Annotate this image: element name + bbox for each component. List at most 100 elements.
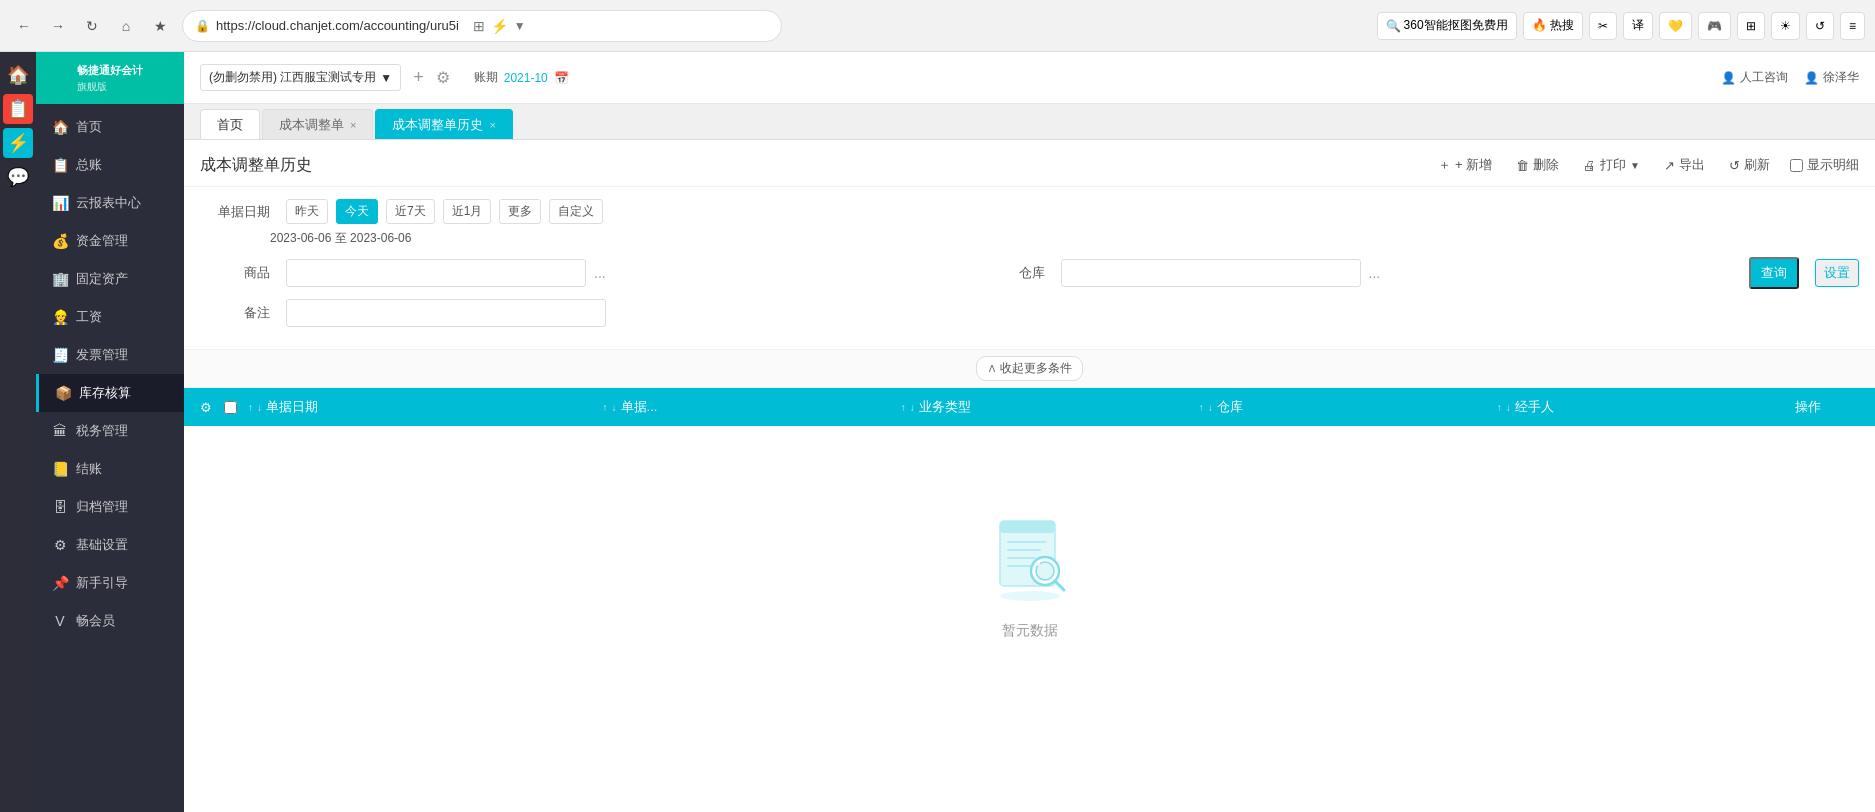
apps-icon: ⊞ xyxy=(473,18,485,34)
add-icon: ＋ xyxy=(1438,156,1451,174)
translate-tool[interactable]: 译 xyxy=(1623,12,1653,40)
sidebar-item-10[interactable]: 🗄 归档管理 xyxy=(36,488,184,526)
empty-state: 暂元数据 xyxy=(184,426,1875,720)
settings-filter-button[interactable]: 设置 xyxy=(1815,259,1859,287)
back-button[interactable]: ← xyxy=(10,12,38,40)
refresh-button[interactable]: ↺ 刷新 xyxy=(1721,152,1778,178)
display-cols-toggle[interactable]: 显示明细 xyxy=(1790,156,1859,174)
star-button[interactable]: ★ xyxy=(146,12,174,40)
sidebar-icon-12: 📌 xyxy=(52,575,68,591)
calendar-icon[interactable]: 📅 xyxy=(554,71,569,85)
sidebar-label-6: 发票管理 xyxy=(76,346,128,364)
search-icon: 🔍 xyxy=(1386,19,1401,33)
search-tool[interactable]: 🔍 360智能抠图免费用 xyxy=(1377,12,1517,40)
user-info[interactable]: 👤 徐泽华 xyxy=(1804,69,1859,86)
address-bar[interactable]: 🔒 https://cloud.chanjet.com/accounting/u… xyxy=(182,10,782,42)
gear-column-header[interactable]: ⚙ xyxy=(192,400,216,415)
sidebar-item-11[interactable]: ⚙ 基础设置 xyxy=(36,526,184,564)
brightness-tool[interactable]: ☀ xyxy=(1771,12,1800,40)
browser-nav: ← → ↻ ⌂ ★ xyxy=(10,12,174,40)
date-option-4[interactable]: 更多 xyxy=(499,199,541,224)
rail-item-4[interactable]: 💬 xyxy=(3,162,33,192)
export-button[interactable]: ↗ 导出 xyxy=(1656,152,1713,178)
icon-rail: 🏠 📋 ⚡ 💬 xyxy=(0,52,36,812)
date-option-3[interactable]: 近1月 xyxy=(443,199,492,224)
undo-tool[interactable]: ↺ xyxy=(1806,12,1834,40)
num-column-header[interactable]: ↑ ↓ 单据... xyxy=(595,398,893,416)
sidebar-item-6[interactable]: 🧾 发票管理 xyxy=(36,336,184,374)
date-option-1[interactable]: 今天 xyxy=(336,199,378,224)
refresh-button[interactable]: ↻ xyxy=(78,12,106,40)
sidebar-icon-13: V xyxy=(52,613,68,629)
sidebar-item-5[interactable]: 👷 工资 xyxy=(36,298,184,336)
game-tool[interactable]: 🎮 xyxy=(1698,12,1731,40)
type-column-header[interactable]: ↑ ↓ 业务类型 xyxy=(893,398,1191,416)
sidebar-item-13[interactable]: V 畅会员 xyxy=(36,602,184,640)
collapse-button[interactable]: ∧ 收起更多条件 xyxy=(976,356,1083,381)
rail-item-2[interactable]: 📋 xyxy=(3,94,33,124)
plus-icon[interactable]: + xyxy=(413,67,424,88)
remark-input[interactable] xyxy=(286,299,606,327)
company-warning-text: (勿删勿禁用) 江西服宝测试专用 xyxy=(209,69,376,86)
rail-item-1[interactable]: 🏠 xyxy=(3,60,33,90)
handler-column-header[interactable]: ↑ ↓ 经手人 xyxy=(1489,398,1787,416)
sidebar-item-1[interactable]: 📋 总账 xyxy=(36,146,184,184)
tab-cost-adjust[interactable]: 成本调整单× xyxy=(262,109,373,139)
page-title: 成本调整单历史 xyxy=(200,155,312,176)
date-option-0[interactable]: 昨天 xyxy=(286,199,328,224)
display-cols-checkbox[interactable] xyxy=(1790,159,1803,172)
delete-button[interactable]: 🗑 删除 xyxy=(1508,152,1567,178)
print-icon: 🖨 xyxy=(1583,158,1596,173)
tab-cost-adjust-history[interactable]: 成本调整单历史× xyxy=(375,109,512,139)
home-button[interactable]: ⌂ xyxy=(112,12,140,40)
lightning-icon: ⚡ xyxy=(491,18,508,34)
page-content: 成本调整单历史 ＋ + 新增 🗑 删除 🖨 打印 ▼ xyxy=(184,140,1875,812)
checkbox-column-header[interactable] xyxy=(216,401,240,414)
topbar-right: 👤 人工咨询 👤 徐泽华 xyxy=(1721,69,1859,86)
sidebar-item-2[interactable]: 📊 云报表中心 xyxy=(36,184,184,222)
svg-line-9 xyxy=(1055,581,1064,590)
hot-tool[interactable]: 🔥 热搜 xyxy=(1523,12,1583,40)
type-sort-up-icon: ↑ xyxy=(901,402,906,413)
print-button[interactable]: 🖨 打印 ▼ xyxy=(1575,152,1648,178)
sidebar-item-3[interactable]: 💰 资金管理 xyxy=(36,222,184,260)
settings-icon[interactable]: ⚙ xyxy=(436,68,450,87)
date-column-header[interactable]: ↑ ↓ 单据日期 xyxy=(240,398,595,416)
grid-tool[interactable]: ⊞ xyxy=(1737,12,1765,40)
menu-tool[interactable]: ≡ xyxy=(1840,12,1865,40)
sidebar-label-5: 工资 xyxy=(76,308,102,326)
dropdown-icon[interactable]: ▼ xyxy=(514,19,526,33)
date-option-5[interactable]: 自定义 xyxy=(549,199,603,224)
period-info: 账期 2021-10 📅 xyxy=(474,69,569,86)
sidebar-item-7[interactable]: 📦 库存核算 xyxy=(36,374,184,412)
forward-button[interactable]: → xyxy=(44,12,72,40)
tab-close-2[interactable]: × xyxy=(489,119,495,131)
warehouse-column-header[interactable]: ↑ ↓ 仓库 xyxy=(1191,398,1489,416)
warehouse-input[interactable] xyxy=(1061,259,1361,287)
browser-tools: 🔍 360智能抠图免费用 🔥 热搜 ✂ 译 💛 🎮 ⊞ ☀ ↺ ≡ xyxy=(1377,12,1865,40)
date-option-2[interactable]: 近7天 xyxy=(386,199,435,224)
tab-close-1[interactable]: × xyxy=(350,119,356,131)
tab-home[interactable]: 首页 xyxy=(200,109,260,139)
goods-input[interactable] xyxy=(286,259,586,287)
scissors-tool[interactable]: ✂ xyxy=(1589,12,1617,40)
sidebar-item-0[interactable]: 🏠 首页 xyxy=(36,108,184,146)
wallet-tool[interactable]: 💛 xyxy=(1659,12,1692,40)
query-button[interactable]: 查询 xyxy=(1749,257,1799,289)
warehouse-sort-up-icon: ↑ xyxy=(1199,402,1204,413)
sidebar-item-12[interactable]: 📌 新手引导 xyxy=(36,564,184,602)
add-button[interactable]: ＋ + 新增 xyxy=(1430,152,1500,178)
sidebar-item-9[interactable]: 📒 结账 xyxy=(36,450,184,488)
gear-icon: ⚙ xyxy=(200,400,212,415)
support-link[interactable]: 👤 人工咨询 xyxy=(1721,69,1788,86)
goods-more-dots[interactable]: ... xyxy=(594,265,606,281)
company-selector[interactable]: (勿删勿禁用) 江西服宝测试专用 ▼ xyxy=(200,64,401,91)
goods-warehouse-row: 商品 ... 仓库 ... 查询 设置 xyxy=(200,257,1859,289)
sidebar-label-8: 税务管理 xyxy=(76,422,128,440)
rail-item-3[interactable]: ⚡ xyxy=(3,128,33,158)
sidebar-item-8[interactable]: 🏛 税务管理 xyxy=(36,412,184,450)
sidebar-item-4[interactable]: 🏢 固定资产 xyxy=(36,260,184,298)
select-all-checkbox[interactable] xyxy=(224,401,237,414)
sidebar: 畅捷通好会计 旗舰版 🏠 首页 📋 总账 📊 云报表中心 💰 资金管理 🏢 固定… xyxy=(36,52,184,812)
warehouse-more-dots[interactable]: ... xyxy=(1369,265,1381,281)
